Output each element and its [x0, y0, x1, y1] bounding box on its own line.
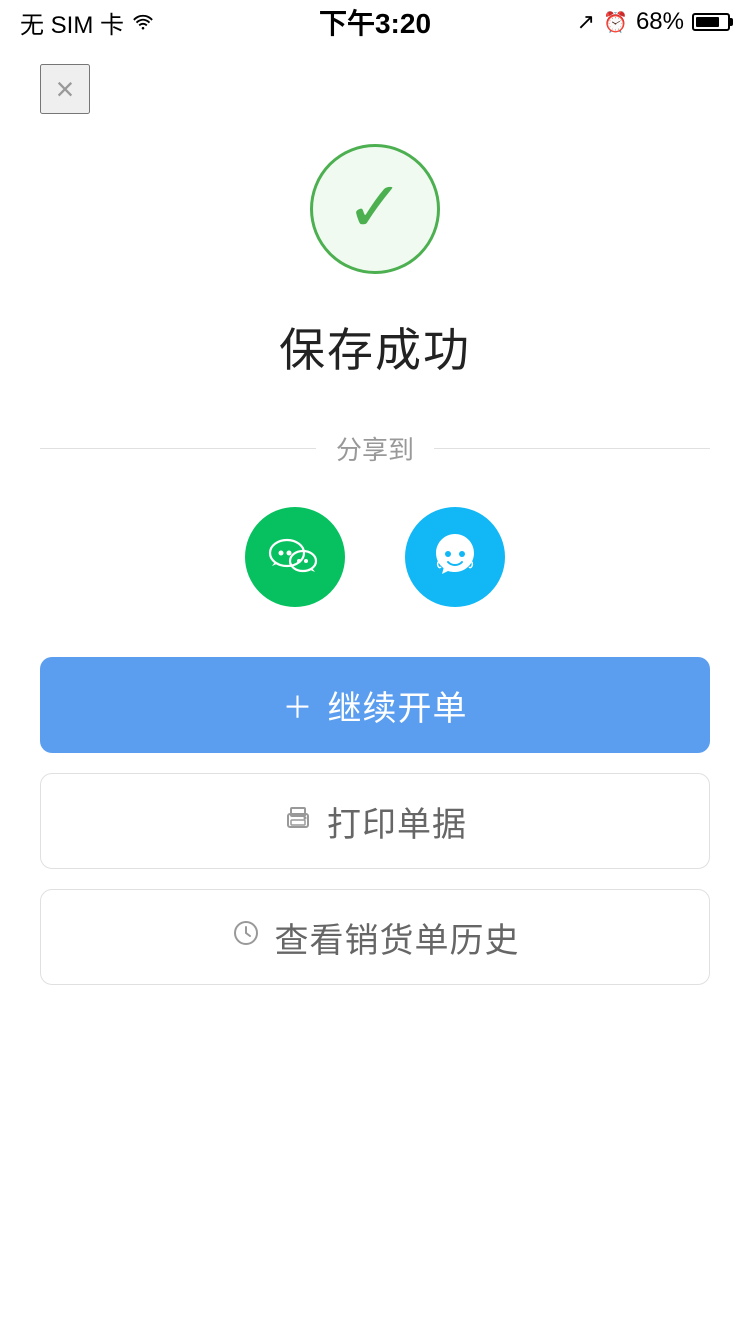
status-bar: 无 SIM 卡 下午3:20 ↗ ⏰ 68% — [0, 0, 750, 44]
alarm-icon: ⏰ — [603, 10, 628, 35]
wifi-icon — [132, 14, 154, 30]
success-title: 保存成功 — [279, 314, 471, 380]
plus-icon: ＋ — [283, 683, 314, 727]
qq-share-button[interactable] — [405, 507, 505, 607]
status-right: ↗ ⏰ 68% — [577, 8, 730, 36]
main-content: × ✓ 保存成功 分享到 — [0, 44, 750, 1025]
history-label: 查看销货单历史 — [275, 913, 520, 962]
status-time: 下午3:20 — [319, 2, 431, 42]
location-icon: ↗ — [577, 9, 595, 35]
continue-label: 继续开单 — [328, 681, 468, 730]
close-button[interactable]: × — [40, 64, 90, 114]
continue-button[interactable]: ＋ 继续开单 — [40, 657, 710, 753]
divider-right — [434, 448, 710, 449]
close-icon: × — [56, 73, 75, 105]
printer-icon — [283, 802, 313, 840]
wechat-share-button[interactable] — [245, 507, 345, 607]
action-buttons: ＋ 继续开单 打印单据 查看销货单历史 — [40, 657, 710, 985]
divider-left — [40, 448, 316, 449]
battery-percent: 68% — [636, 8, 684, 36]
share-icons — [40, 507, 710, 607]
history-button[interactable]: 查看销货单历史 — [40, 889, 710, 985]
print-button[interactable]: 打印单据 — [40, 773, 710, 869]
no-sim-text: 无 SIM 卡 — [20, 5, 124, 40]
checkmark-icon: ✓ — [346, 172, 405, 242]
wechat-icon — [264, 526, 326, 588]
print-label: 打印单据 — [327, 797, 467, 846]
success-circle: ✓ — [310, 144, 440, 274]
share-section: 分享到 — [40, 430, 710, 607]
battery-icon — [692, 13, 730, 31]
status-left: 无 SIM 卡 — [20, 5, 154, 40]
share-label: 分享到 — [336, 430, 414, 467]
qq-icon — [426, 528, 484, 586]
share-divider: 分享到 — [40, 430, 710, 467]
clock-icon — [231, 918, 261, 956]
